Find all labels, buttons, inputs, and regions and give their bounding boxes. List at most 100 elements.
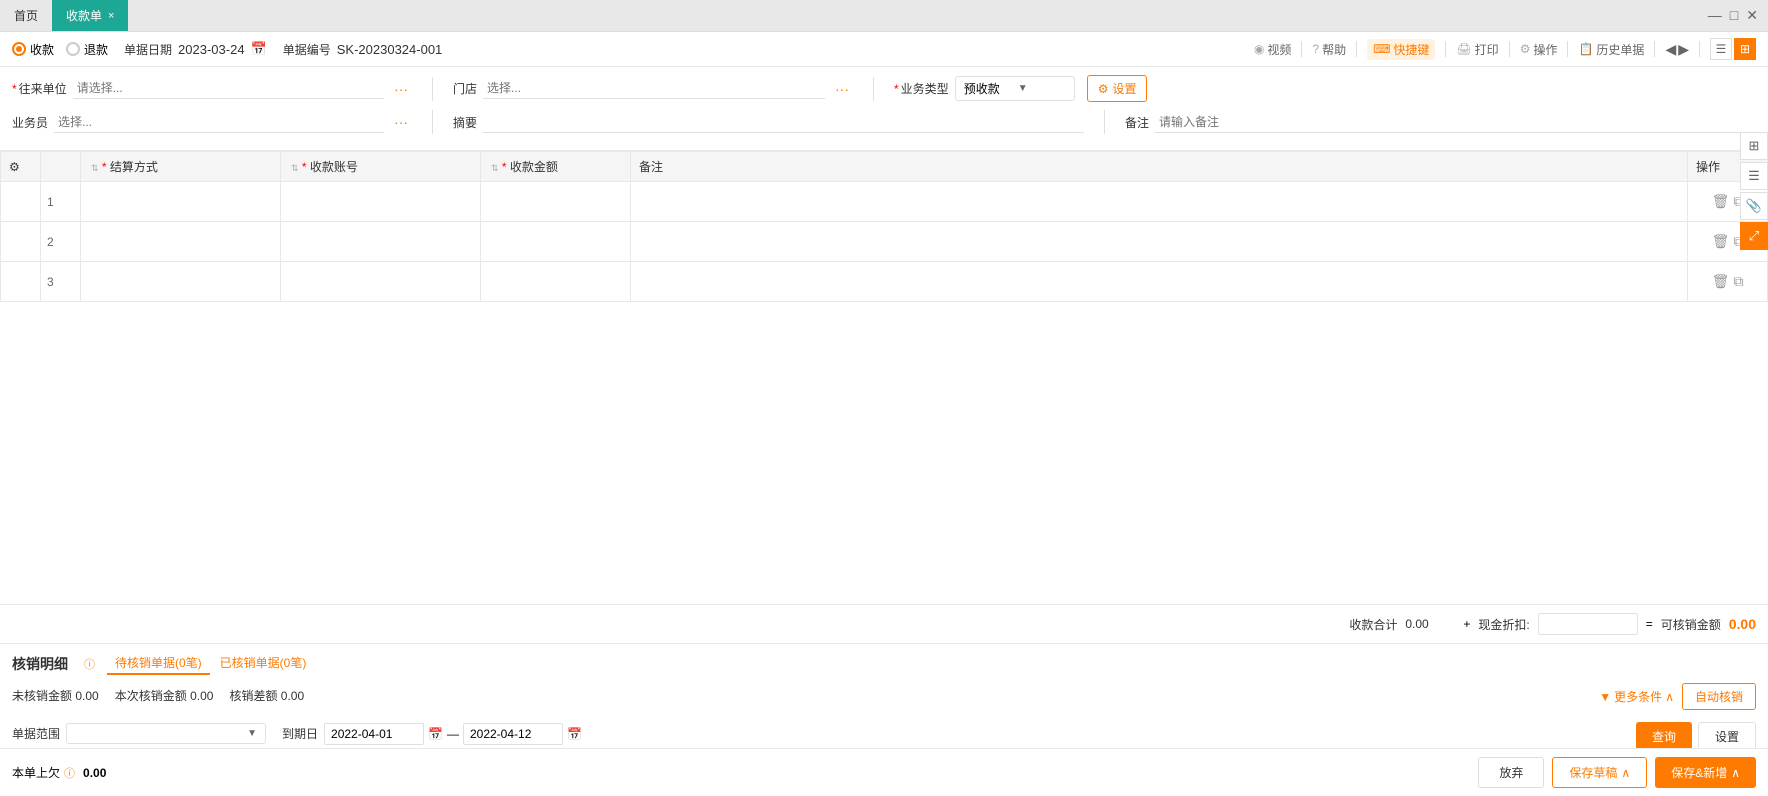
radio-refund[interactable]: 退款 (66, 41, 108, 58)
sidebar-expand-icon[interactable]: ⤢ (1740, 222, 1768, 250)
main-table-container: ⚙ ⇅ * 结算方式 ⇅ * 收款账号 ⇅ * (0, 151, 1768, 605)
total-value: 0.00 (1405, 617, 1455, 631)
staff-more-btn[interactable]: ··· (390, 114, 412, 130)
form-area: 往来单位 ··· 门店 ··· 业务类型 预收款 ▼ (0, 67, 1768, 151)
settle-method-cell-3[interactable] (81, 262, 281, 302)
unchecked-value: 0.00 (75, 689, 98, 703)
sidebar-clip-icon[interactable]: 📎 (1740, 192, 1768, 220)
radio-circle-receipt (12, 42, 26, 56)
tab-home[interactable]: 首页 (0, 0, 52, 31)
account-number-cell-2[interactable] (281, 222, 481, 262)
account-number-header: ⇅ * 收款账号 (281, 152, 481, 182)
sidebar-list-icon[interactable]: ☰ (1740, 162, 1768, 190)
discard-button[interactable]: 放弃 (1478, 757, 1544, 788)
calendar-icon[interactable]: 📅 (251, 41, 267, 57)
due-date-start-input[interactable] (324, 723, 424, 745)
settings-button[interactable]: ⚙ 设置 (1087, 75, 1148, 102)
draft-arrow-icon: ∧ (1621, 766, 1630, 780)
settle-method-cell-1[interactable] (81, 182, 281, 222)
top-toolbar: 收款 退款 单据日期 2023-03-24 📅 单据编号 SK-20230324… (0, 32, 1768, 67)
next-arrow[interactable]: ▶ (1678, 41, 1689, 58)
summary-input[interactable] (483, 112, 1084, 133)
help-btn[interactable]: ? 帮助 (1312, 41, 1346, 58)
range-select[interactable]: ▼ (66, 723, 266, 744)
hexiao-stats: 未核销金额 0.00 本次核销金额 0.00 核销差额 0.00 (12, 687, 304, 704)
account-number-cell-3[interactable] (281, 262, 481, 302)
list-view-btn[interactable]: ☰ (1710, 38, 1732, 60)
hexiao-header: 核销明细 ⓘ 待核销单据(0笔) 已核销单据(0笔) (12, 652, 1756, 675)
calendar-end-icon[interactable]: 📅 (567, 727, 582, 741)
query-button[interactable]: 查询 (1636, 722, 1692, 751)
due-date-field: 到期日 📅 — 📅 (282, 723, 582, 745)
view-toggle: ☰ ⊞ (1710, 38, 1756, 60)
range-field: 单据范围 ▼ (12, 723, 266, 744)
info-icon-footer[interactable]: ⓘ (64, 765, 75, 781)
more-conditions-btn[interactable]: ▼ 更多条件 ∧ (1599, 688, 1674, 705)
hexiao-tab-done[interactable]: 已核销单据(0笔) (212, 652, 315, 675)
hexiao-setting-button[interactable]: 设置 (1698, 722, 1756, 751)
amount-cell-1[interactable] (481, 182, 631, 222)
hexiao-info-icon[interactable]: ⓘ (84, 656, 95, 672)
shortcut-btn[interactable]: ⌨ 快捷键 (1367, 39, 1435, 60)
delete-row-1-btn[interactable]: 🗑 (1712, 193, 1730, 210)
settle-method-cell-2[interactable] (81, 222, 281, 262)
hexiao-filter: ▼ 更多条件 ∧ 自动核销 (1599, 683, 1756, 710)
grid-view-btn[interactable]: ⊞ (1734, 38, 1756, 60)
date-value: 2023-03-24 (178, 42, 245, 57)
filter-row: 单据范围 ▼ 到期日 📅 — 📅 (12, 723, 582, 745)
business-type-select[interactable]: 预收款 ▼ (955, 76, 1075, 101)
delete-row-3-btn[interactable]: 🗑 (1712, 273, 1730, 290)
radio-receipt[interactable]: 收款 (12, 41, 54, 58)
save-new-button[interactable]: 保存&新增 ∧ (1655, 757, 1756, 788)
hexiao-tabs: 待核销单据(0笔) 已核销单据(0笔) (107, 652, 314, 675)
staff-field: 业务员 ··· (12, 112, 412, 133)
discount-input[interactable] (1538, 613, 1638, 635)
remark-cell-2[interactable] (631, 222, 1688, 262)
counterpart-input[interactable] (73, 78, 384, 99)
tab-receipt[interactable]: 收款单 × (52, 0, 128, 31)
save-draft-button[interactable]: 保存草稿 ∧ (1552, 757, 1647, 788)
tab-close-icon[interactable]: × (108, 10, 114, 22)
remark-cell-1[interactable] (631, 182, 1688, 222)
business-type-field: 业务类型 预收款 ▼ (894, 76, 1075, 101)
sidebar-table-icon[interactable]: ⊞ (1740, 132, 1768, 160)
date-field: 单据日期 2023-03-24 📅 (124, 41, 267, 58)
store-more-btn[interactable]: ··· (831, 81, 853, 97)
settle-method-header: ⇅ * 结算方式 (81, 152, 281, 182)
staff-input[interactable] (54, 112, 384, 133)
amount-cell-3[interactable] (481, 262, 631, 302)
history-btn[interactable]: 📋 历史单据 (1578, 41, 1644, 58)
delete-row-2-btn[interactable]: 🗑 (1712, 233, 1730, 250)
close-icon[interactable]: ✕ (1746, 7, 1758, 24)
print-btn[interactable]: 🖨 打印 (1456, 41, 1498, 58)
row-num-col (41, 152, 81, 182)
table-row: 2 🗑 ⧉ (1, 222, 1768, 262)
footer: 本单上欠 ⓘ 0.00 放弃 保存草稿 ∧ 保存&新增 ∧ (0, 748, 1768, 796)
table-settings-col[interactable]: ⚙ (1, 152, 41, 182)
remark-cell-3[interactable] (631, 262, 1688, 302)
prev-arrow[interactable]: ◀ (1665, 41, 1676, 58)
remark-input[interactable] (1155, 112, 1756, 133)
auto-hexiao-button[interactable]: 自动核销 (1682, 683, 1756, 710)
store-input[interactable] (483, 78, 825, 99)
counterpart-more-btn[interactable]: ··· (390, 81, 412, 97)
minimize-icon[interactable]: — (1708, 7, 1722, 24)
calendar-start-icon[interactable]: 📅 (428, 727, 443, 741)
copy-row-3-btn[interactable]: ⧉ (1733, 273, 1743, 290)
hexiao-title: 核销明细 (12, 654, 68, 674)
hexiao-tab-pending[interactable]: 待核销单据(0笔) (107, 652, 210, 675)
window-controls: — □ ✕ (1708, 7, 1768, 24)
available-value: 0.00 (1729, 616, 1756, 632)
amount-cell-2[interactable] (481, 222, 631, 262)
due-date-end-input[interactable] (463, 723, 563, 745)
gear-icon[interactable]: ⚙ (9, 160, 20, 174)
video-btn[interactable]: ◉ 视频 (1254, 41, 1292, 58)
table-row: 1 🗑 ⧉ (1, 182, 1768, 222)
maximize-icon[interactable]: □ (1730, 7, 1738, 24)
remark-header: 备注 (631, 152, 1688, 182)
order-owed-value: 0.00 (83, 766, 106, 780)
operation-btn[interactable]: ⚙ 操作 (1520, 41, 1558, 58)
form-row-1: 往来单位 ··· 门店 ··· 业务类型 预收款 ▼ (12, 75, 1756, 102)
account-number-cell-1[interactable] (281, 182, 481, 222)
nav-arrows: ◀ ▶ (1665, 41, 1689, 58)
